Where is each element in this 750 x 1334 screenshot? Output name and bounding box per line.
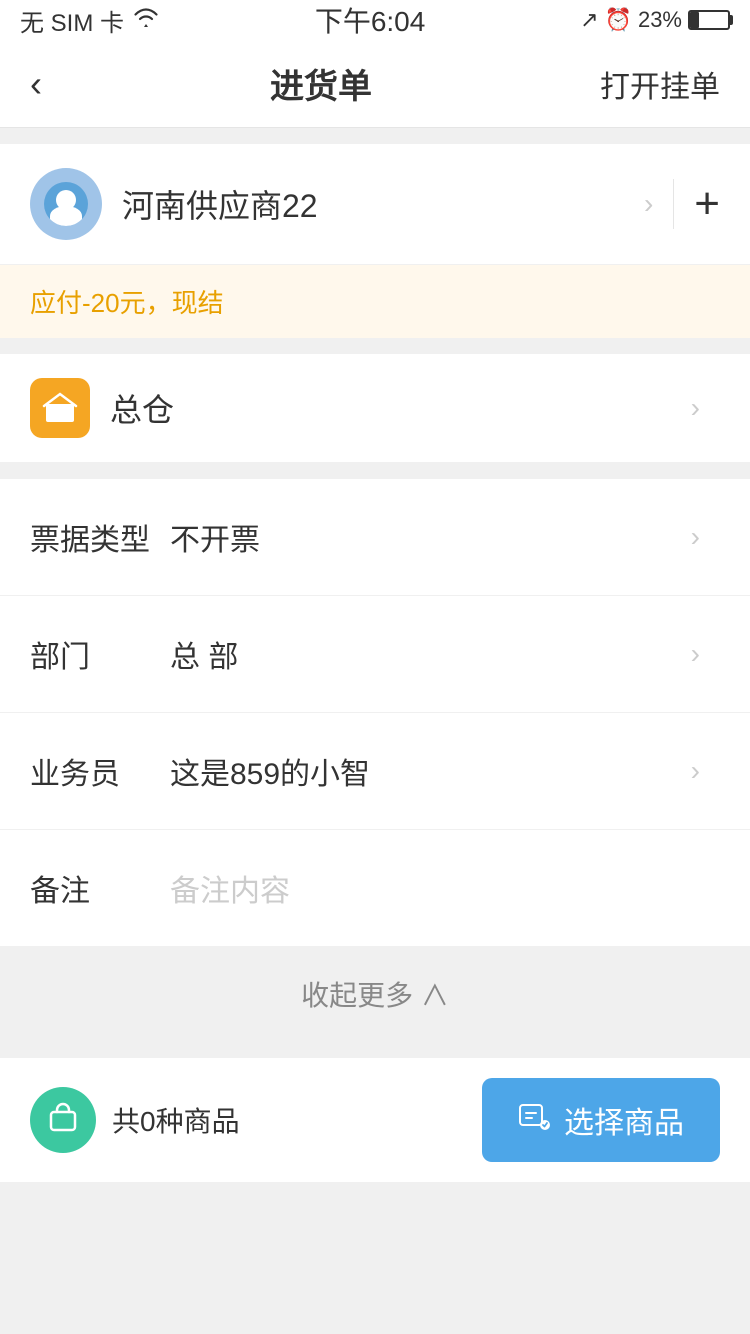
product-count-text: 共0种商品: [112, 1100, 240, 1140]
product-icon: [30, 1087, 96, 1153]
add-supplier-button[interactable]: +: [673, 179, 720, 229]
warehouse-chevron-icon: ›: [691, 392, 700, 424]
invoice-chevron-icon: ›: [691, 521, 700, 553]
select-product-label: 选择商品: [564, 1098, 684, 1142]
salesman-chevron-icon: ›: [691, 755, 700, 787]
invoice-label: 票据类型: [30, 515, 170, 559]
nav-bar: ‹ 进货单 打开挂单: [0, 40, 750, 128]
bottom-bar: 共0种商品 选择商品: [0, 1058, 750, 1182]
supplier-name: 河南供应商22: [122, 181, 644, 227]
content-area: 河南供应商22 › + 应付-20元，现结 总仓 › 票据类型 不开票 › 部门: [0, 144, 750, 1182]
battery-icon: [688, 10, 730, 30]
department-chevron-icon: ›: [691, 638, 700, 670]
warehouse-name: 总仓: [110, 385, 691, 431]
alarm-icon: ⏰: [605, 7, 632, 33]
open-pending-button[interactable]: 打开挂单: [600, 62, 720, 106]
supplier-chevron-icon: ›: [644, 188, 653, 220]
department-value: 总 部: [170, 632, 691, 676]
warehouse-icon: [30, 378, 90, 438]
select-product-icon: [518, 1103, 552, 1138]
invoice-value: 不开票: [170, 515, 691, 559]
remark-row[interactable]: 备注 备注内容: [0, 830, 750, 946]
salesman-value: 这是859的小智: [170, 749, 691, 793]
wifi-icon: [132, 6, 160, 34]
select-product-button[interactable]: 选择商品: [482, 1078, 720, 1162]
invoice-row[interactable]: 票据类型 不开票 ›: [0, 479, 750, 596]
carrier-label: 无 SIM 卡: [20, 3, 124, 38]
avatar-icon: [44, 182, 88, 226]
status-bar: 无 SIM 卡 下午6:04 ↗ ⏰ 23%: [0, 0, 750, 40]
salesman-label: 业务员: [30, 749, 170, 793]
back-button[interactable]: ‹: [30, 63, 42, 105]
form-section: 票据类型 不开票 › 部门 总 部 › 业务员 这是859的小智 › 备注 备注…: [0, 479, 750, 946]
battery-percent: 23%: [638, 7, 682, 33]
supplier-section: 河南供应商22 › + 应付-20元，现结: [0, 144, 750, 338]
status-left: 无 SIM 卡: [20, 3, 160, 38]
remark-label: 备注: [30, 866, 170, 910]
collapse-bar[interactable]: 收起更多 ∧: [0, 946, 750, 1042]
salesman-row[interactable]: 业务员 这是859的小智 ›: [0, 713, 750, 830]
status-right: ↗ ⏰ 23%: [580, 7, 730, 33]
product-count-area: 共0种商品: [30, 1087, 240, 1153]
supplier-row[interactable]: 河南供应商22 › +: [0, 144, 750, 265]
supplier-notice: 应付-20元，现结: [0, 265, 750, 338]
status-time: 下午6:04: [315, 0, 426, 40]
remark-input[interactable]: 备注内容: [170, 866, 720, 910]
warehouse-row[interactable]: 总仓 ›: [0, 354, 750, 463]
department-label: 部门: [30, 632, 170, 676]
department-row[interactable]: 部门 总 部 ›: [0, 596, 750, 713]
location-icon: ↗: [580, 7, 598, 33]
warehouse-section: 总仓 ›: [0, 354, 750, 463]
supplier-avatar: [30, 168, 102, 240]
page-title: 进货单: [270, 59, 372, 108]
